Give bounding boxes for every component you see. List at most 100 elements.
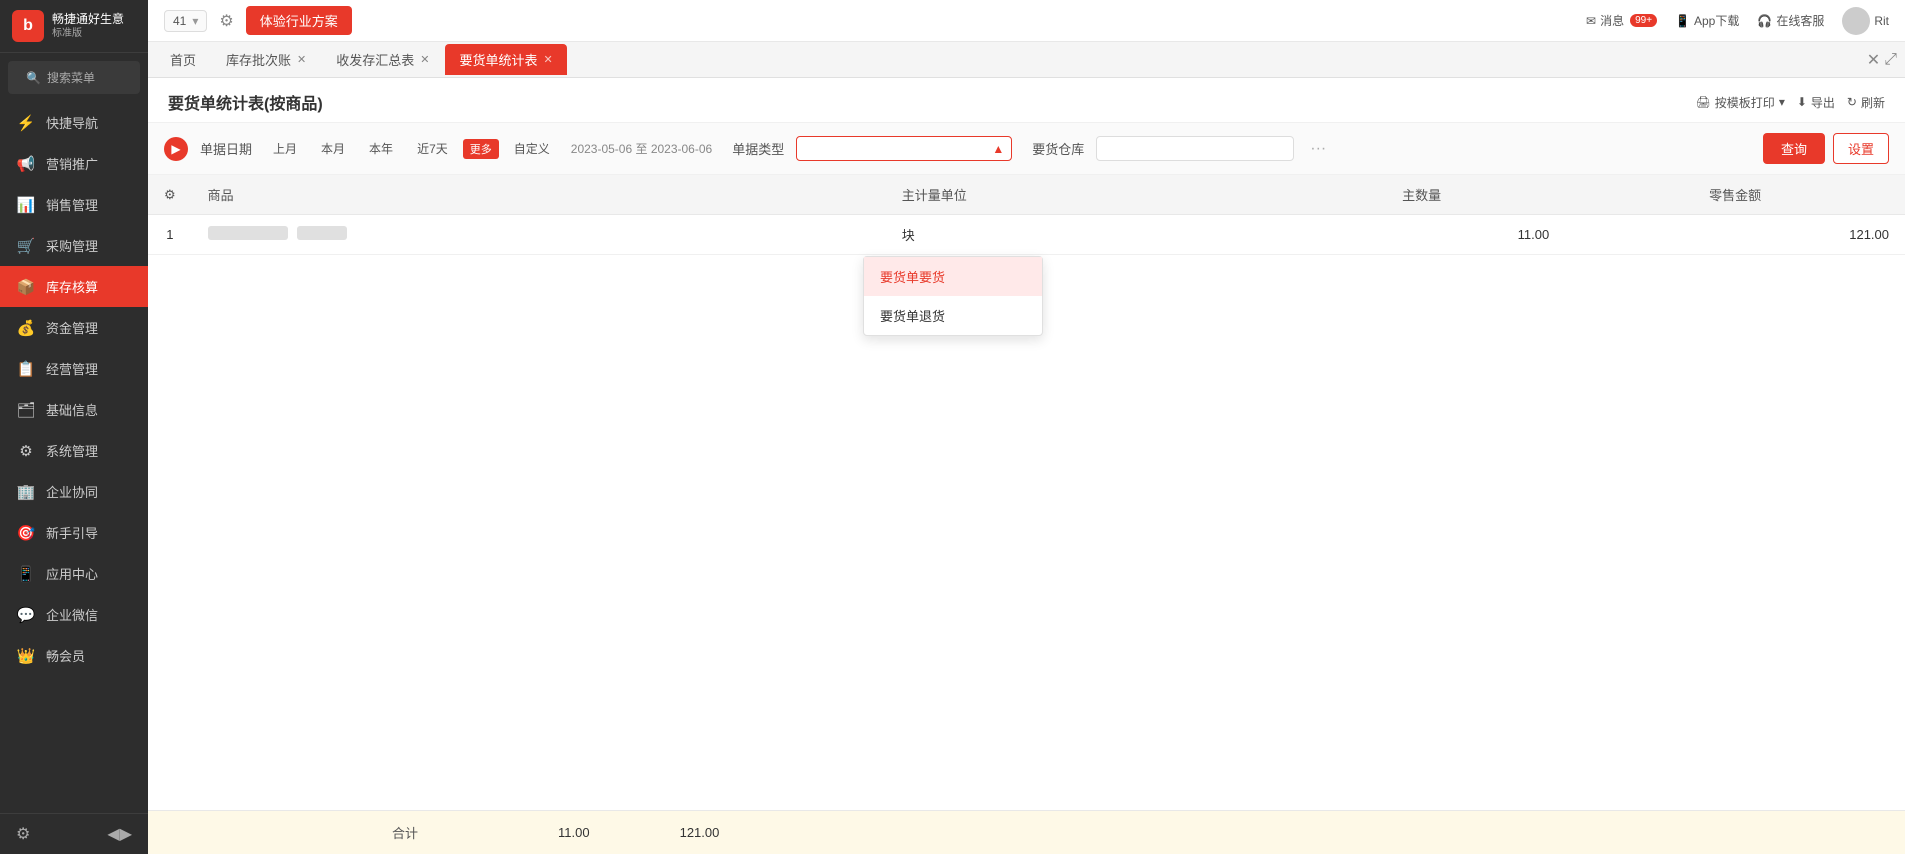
date-btn-custom[interactable]: 自定义: [505, 136, 559, 161]
tab-close-all-icon[interactable]: ✕: [1867, 50, 1880, 70]
sidebar-search[interactable]: 🔍 搜索菜单: [8, 61, 140, 94]
sidebar-item-label: 系统管理: [46, 441, 98, 460]
export-btn[interactable]: ⬇ 导出: [1797, 94, 1835, 111]
export-icon: ⬇: [1797, 95, 1807, 109]
row-index: 1: [148, 215, 192, 255]
sidebar-item-wechat[interactable]: 💬 企业微信: [0, 594, 148, 635]
warehouse-more-icon[interactable]: ···: [1310, 140, 1326, 158]
type-select-input[interactable]: [796, 136, 1012, 161]
tab-receive-summary[interactable]: 收发存汇总表 ✕: [322, 44, 443, 75]
dropdown-item-label: 要货单退货: [880, 309, 945, 324]
sidebar-item-label: 基础信息: [46, 400, 98, 419]
dropdown-item-order-return[interactable]: 要货单退货: [864, 296, 1042, 335]
sidebar-item-member[interactable]: 👑 畅会员: [0, 635, 148, 676]
sidebar-item-quick-nav[interactable]: ⚡ 快捷导航: [0, 102, 148, 143]
sidebar-item-system[interactable]: ⚙ 系统管理: [0, 430, 148, 471]
sidebar-item-marketing[interactable]: 📢 营销推广: [0, 143, 148, 184]
guide-icon: 🎯: [16, 524, 36, 542]
system-icon: ⚙: [16, 442, 36, 460]
tab-order-stats-close[interactable]: ✕: [544, 53, 553, 66]
tab-home[interactable]: 首页: [156, 44, 210, 75]
sidebar-item-label: 企业微信: [46, 605, 98, 624]
total-amount: 121.00: [680, 825, 720, 840]
message-action[interactable]: ✉ 消息 99+: [1586, 12, 1657, 29]
refresh-label: 刷新: [1861, 94, 1885, 111]
store-dropdown-arrow: ▾: [192, 14, 198, 28]
product-placeholder-1: [208, 226, 288, 240]
operation-icon: 📋: [16, 360, 36, 378]
main-content: 41 ▾ ⚙ 体验行业方案 ✉ 消息 99+ 📱 App下载 🎧 在线客服 R: [148, 0, 1905, 854]
sidebar-item-label: 营销推广: [46, 154, 98, 173]
sidebar-item-inventory[interactable]: 📦 库存核算: [0, 266, 148, 307]
header-right: ✉ 消息 99+ 📱 App下载 🎧 在线客服 Rit: [1586, 7, 1889, 35]
trial-button[interactable]: 体验行业方案: [246, 6, 352, 35]
sidebar-item-basic[interactable]: 🗂 基础信息: [0, 389, 148, 430]
col-settings[interactable]: ⚙: [148, 175, 192, 215]
inventory-icon: 📦: [16, 278, 36, 296]
purchase-icon: 🛒: [16, 237, 36, 255]
sidebar-item-enterprise[interactable]: 🏢 企业协同: [0, 471, 148, 512]
warehouse-input[interactable]: [1096, 136, 1294, 161]
online-service-label: 在线客服: [1776, 12, 1824, 29]
row-qty: 11.00: [1278, 215, 1565, 255]
date-range-display: 2023-05-06 至 2023-06-06: [571, 140, 712, 157]
query-button[interactable]: 查询: [1763, 133, 1825, 164]
app-download-action[interactable]: 📱 App下载: [1675, 12, 1739, 29]
sidebar-item-purchase[interactable]: 🛒 采购管理: [0, 225, 148, 266]
type-label: 单据类型: [732, 139, 784, 158]
print-template-btn[interactable]: 🖨 按模板打印 ▾: [1696, 94, 1785, 111]
date-btn-last-month[interactable]: 上月: [264, 136, 306, 161]
user-name: Rit: [1874, 14, 1889, 28]
tab-expand-icon[interactable]: ⤢: [1884, 51, 1897, 69]
warehouse-label: 要货仓库: [1032, 139, 1084, 158]
sidebar-item-label: 快捷导航: [46, 113, 98, 132]
total-row: 合计 11.00 121.00: [148, 810, 1905, 854]
type-dropdown-popup: 要货单要货 要货单退货: [863, 256, 1043, 336]
col-amount: 零售金额: [1565, 175, 1905, 215]
app-logo-text: 畅捷通好生意 标准版: [52, 12, 124, 41]
search-label: 搜索菜单: [47, 69, 95, 86]
wechat-icon: 💬: [16, 606, 36, 624]
settings-button[interactable]: 设置: [1833, 133, 1889, 164]
settings-bottom-icon[interactable]: ⚙: [16, 824, 30, 844]
date-more-button[interactable]: 更多: [463, 139, 499, 159]
app-download-label: App下载: [1694, 12, 1739, 29]
date-btn-7days[interactable]: 近7天: [408, 136, 457, 161]
sidebar-item-label: 企业协同: [46, 482, 98, 501]
filter-expand-button[interactable]: ▶: [164, 137, 188, 161]
dropdown-item-order-request[interactable]: 要货单要货: [864, 257, 1042, 296]
sidebar-item-operation[interactable]: 📋 经营管理: [0, 348, 148, 389]
refresh-btn[interactable]: ↻ 刷新: [1847, 94, 1885, 111]
store-selector[interactable]: 41 ▾: [164, 10, 207, 32]
col-unit: 主计量单位: [886, 175, 1278, 215]
user-info[interactable]: Rit: [1842, 7, 1889, 35]
date-btn-this-month[interactable]: 本月: [312, 136, 354, 161]
page-header: 要货单统计表(按商品) 🖨 按模板打印 ▾ ⬇ 导出 ↻ 刷新: [148, 78, 1905, 123]
date-btn-this-year[interactable]: 本年: [360, 136, 402, 161]
sidebar-item-label: 畅会员: [46, 646, 85, 665]
row-product: [192, 215, 886, 255]
store-name: 41: [173, 14, 186, 28]
tab-inventory-batch-close[interactable]: ✕: [297, 53, 306, 66]
marketing-icon: 📢: [16, 155, 36, 173]
sidebar-item-finance[interactable]: 💰 资金管理: [0, 307, 148, 348]
sidebar-item-sales[interactable]: 📊 销售管理: [0, 184, 148, 225]
tab-order-stats[interactable]: 要货单统计表 ✕: [445, 44, 566, 75]
search-icon: 🔍: [26, 71, 41, 85]
tab-receive-summary-label: 收发存汇总表: [336, 50, 414, 69]
table-row: 1 块 11.00 121.00: [148, 215, 1905, 255]
app-title: 畅捷通好生意: [52, 12, 124, 28]
sidebar-item-app-center[interactable]: 📱 应用中心: [0, 553, 148, 594]
sidebar-item-guide[interactable]: 🎯 新手引导: [0, 512, 148, 553]
user-avatar: [1842, 7, 1870, 35]
collapse-icon[interactable]: ◀▶: [107, 824, 132, 844]
tab-inventory-batch-label: 库存批次账: [226, 50, 291, 69]
phone-icon: 📱: [1675, 14, 1690, 28]
online-service-action[interactable]: 🎧 在线客服: [1757, 12, 1824, 29]
header-settings-icon[interactable]: ⚙: [219, 11, 233, 31]
quick-nav-icon: ⚡: [16, 114, 36, 132]
sidebar-nav: ⚡ 快捷导航 📢 营销推广 📊 销售管理 🛒 采购管理 📦 库存核算 💰 资金管…: [0, 102, 148, 813]
sidebar-bottom: ⚙ ◀▶: [0, 813, 148, 854]
tab-inventory-batch[interactable]: 库存批次账 ✕: [212, 44, 320, 75]
tab-receive-summary-close[interactable]: ✕: [420, 53, 429, 66]
